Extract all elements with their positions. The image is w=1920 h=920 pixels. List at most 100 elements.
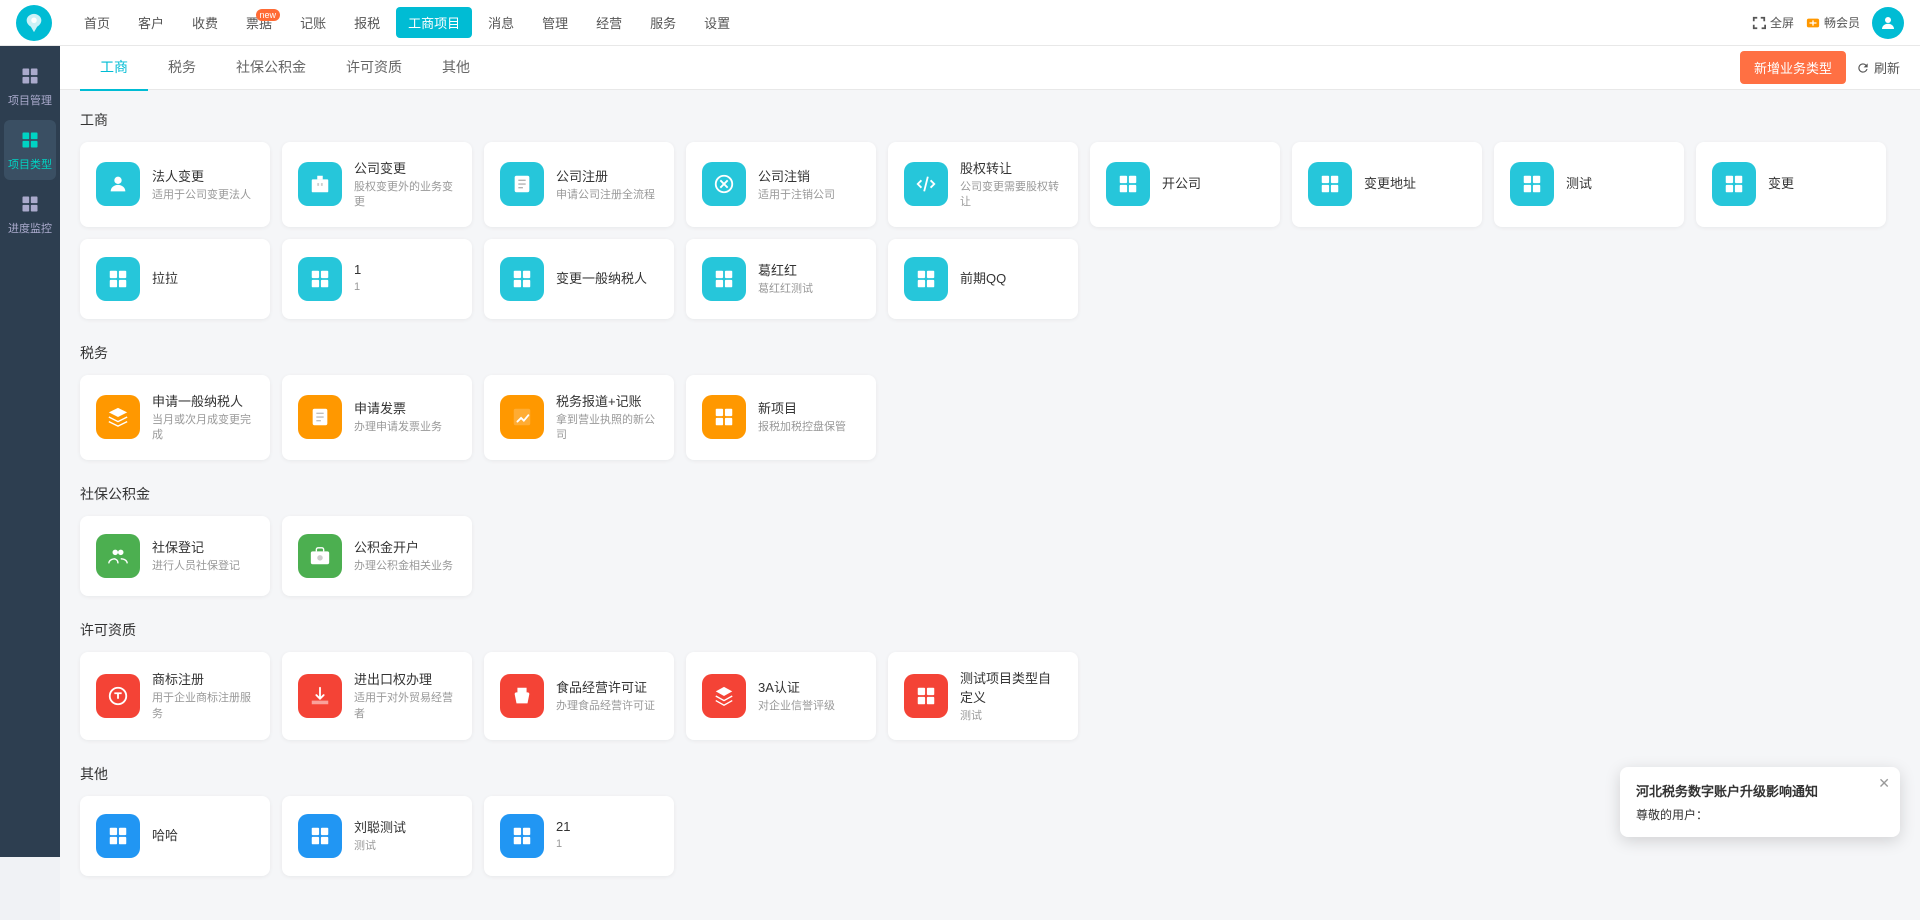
service-card[interactable]: 测试项目类型自定义测试 xyxy=(888,652,1078,740)
nav-billing[interactable]: 收费 xyxy=(180,7,230,38)
section-许可资质: 许可资质商标注册用于企业商标注册服务进出口权办理适用于对外贸易经营者食品经营许可… xyxy=(80,620,1900,740)
service-card[interactable]: 拉拉 xyxy=(80,239,270,319)
card-text: 食品经营许可证办理食品经营许可证 xyxy=(556,677,655,714)
service-card[interactable]: 申请一般纳税人当月或次月成变更完成 xyxy=(80,375,270,460)
import-icon xyxy=(298,674,342,718)
tab-license[interactable]: 许可资质 xyxy=(326,45,422,91)
food-icon xyxy=(500,674,544,718)
service-card[interactable]: 法人变更适用于公司变更法人 xyxy=(80,142,270,227)
service-card[interactable]: 公积金开户办理公积金相关业务 xyxy=(282,516,472,596)
nav-tax[interactable]: 报税 xyxy=(342,7,392,38)
sidebar-item-progress-monitor[interactable]: 进度监控 xyxy=(4,184,56,244)
grid-icon xyxy=(1712,162,1756,206)
user-avatar[interactable] xyxy=(1872,7,1904,39)
nav-industry[interactable]: 工商项目 xyxy=(396,7,472,38)
grid-icon xyxy=(1510,162,1554,206)
service-card[interactable]: 哈哈 xyxy=(80,796,270,876)
taxreport-icon xyxy=(500,395,544,439)
tab-industry[interactable]: 工商 xyxy=(80,45,148,91)
grid-icon xyxy=(500,257,544,301)
service-card[interactable]: 申请发票办理申请发票业务 xyxy=(282,375,472,460)
service-card[interactable]: 11 xyxy=(282,239,472,319)
notification-title: 河北税务数字账户升级影响通知 xyxy=(1636,781,1884,800)
nav-home[interactable]: 首页 xyxy=(72,7,122,38)
service-card[interactable]: 3A认证对企业信誉评级 xyxy=(686,652,876,740)
section-title: 工商 xyxy=(80,110,1900,130)
card-desc: 办理食品经营许可证 xyxy=(556,699,655,714)
top-nav: 首页 客户 收费 票据 new 记账 报税 工商项目 消息 管理 经营 服务 设… xyxy=(0,0,1920,46)
grid-icon xyxy=(1106,162,1150,206)
card-desc: 对企业信誉评级 xyxy=(758,699,835,714)
card-name: 葛红红 xyxy=(758,260,813,279)
nav-message[interactable]: 消息 xyxy=(476,7,526,38)
card-name: 公司变更 xyxy=(354,158,456,177)
service-card[interactable]: 股权转让公司变更需要股权转让 xyxy=(888,142,1078,227)
nav-customer[interactable]: 客户 xyxy=(126,7,176,38)
nav-bookkeeping[interactable]: 记账 xyxy=(288,7,338,38)
service-card[interactable]: 社保登记进行人员社保登记 xyxy=(80,516,270,596)
card-text: 法人变更适用于公司变更法人 xyxy=(152,166,251,203)
card-desc: 报税加税控盘保管 xyxy=(758,420,846,435)
project-manage-icon xyxy=(18,64,42,88)
service-card[interactable]: 测试 xyxy=(1494,142,1684,227)
service-card[interactable]: 公司注销适用于注销公司 xyxy=(686,142,876,227)
service-card[interactable]: 变更 xyxy=(1696,142,1886,227)
tab-social-insurance[interactable]: 社保公积金 xyxy=(216,45,326,91)
service-card[interactable]: 刘聪测试测试 xyxy=(282,796,472,876)
service-card[interactable]: 前期QQ xyxy=(888,239,1078,319)
notification-close-btn[interactable]: ✕ xyxy=(1878,775,1890,792)
service-card[interactable]: 公司变更股权变更外的业务变更 xyxy=(282,142,472,227)
register-icon xyxy=(500,162,544,206)
service-card[interactable]: 进出口权办理适用于对外贸易经营者 xyxy=(282,652,472,740)
card-name: 刘聪测试 xyxy=(354,817,406,836)
service-card[interactable]: 税务报道+记账拿到营业执照的新公司 xyxy=(484,375,674,460)
service-card[interactable]: 食品经营许可证办理食品经营许可证 xyxy=(484,652,674,740)
grid-icon xyxy=(904,674,948,718)
card-desc: 葛红红测试 xyxy=(758,282,813,297)
service-card[interactable]: 公司注册申请公司注册全流程 xyxy=(484,142,674,227)
sidebar-item-project-type[interactable]: 项目类型 xyxy=(4,120,56,180)
nav-settings[interactable]: 设置 xyxy=(692,7,742,38)
service-card[interactable]: 变更地址 xyxy=(1292,142,1482,227)
service-card[interactable]: 商标注册用于企业商标注册服务 xyxy=(80,652,270,740)
notification-body: 尊敬的用户： xyxy=(1636,806,1884,823)
card-text: 变更地址 xyxy=(1364,173,1416,195)
logo xyxy=(16,5,52,41)
grid-icon xyxy=(96,257,140,301)
section-工商: 工商法人变更适用于公司变更法人公司变更股权变更外的业务变更公司注册申请公司注册全… xyxy=(80,110,1900,319)
sidebar-label-project-manage: 项目管理 xyxy=(8,92,52,108)
card-name: 前期QQ xyxy=(960,268,1006,287)
nav-service[interactable]: 服务 xyxy=(638,7,688,38)
new-type-button[interactable]: 新增业务类型 xyxy=(1740,51,1846,84)
progress-monitor-icon xyxy=(18,192,42,216)
card-name: 进出口权办理 xyxy=(354,669,456,688)
invoice-icon xyxy=(298,395,342,439)
nav-bills[interactable]: 票据 new xyxy=(234,7,284,38)
refresh-button[interactable]: 刷新 xyxy=(1856,58,1900,77)
card-name: 新项目 xyxy=(758,398,846,417)
service-card[interactable]: 开公司 xyxy=(1090,142,1280,227)
nav-operation[interactable]: 经营 xyxy=(584,7,634,38)
nav-manage[interactable]: 管理 xyxy=(530,7,580,38)
service-card[interactable]: 211 xyxy=(484,796,674,876)
grid-icon xyxy=(702,257,746,301)
transfer-icon xyxy=(904,162,948,206)
card-text: 申请发票办理申请发票业务 xyxy=(354,398,442,435)
cards-grid: 商标注册用于企业商标注册服务进出口权办理适用于对外贸易经营者 食品经营许可证办理食… xyxy=(80,652,1900,740)
service-card[interactable]: 变更一般纳税人 xyxy=(484,239,674,319)
card-desc: 测试 xyxy=(960,709,1062,724)
tab-tax[interactable]: 税务 xyxy=(148,45,216,91)
cards-grid: 社保登记进行人员社保登记公积金开户办理公积金相关业务 xyxy=(80,516,1900,596)
vip-btn[interactable]: 畅会员 xyxy=(1806,14,1860,31)
card-name: 1 xyxy=(354,262,361,277)
fullscreen-btn[interactable]: 全屏 xyxy=(1752,14,1794,31)
card-name: 测试 xyxy=(1566,173,1592,192)
grid-icon xyxy=(298,257,342,301)
service-card[interactable]: 新项目报税加税控盘保管 xyxy=(686,375,876,460)
service-card[interactable]: 葛红红葛红红测试 xyxy=(686,239,876,319)
card-desc: 测试 xyxy=(354,839,406,854)
tab-bar-actions: 新增业务类型 刷新 xyxy=(1740,51,1900,84)
section-title: 税务 xyxy=(80,343,1900,363)
tab-other[interactable]: 其他 xyxy=(422,45,490,91)
sidebar-item-project-manage[interactable]: 项目管理 xyxy=(4,56,56,116)
